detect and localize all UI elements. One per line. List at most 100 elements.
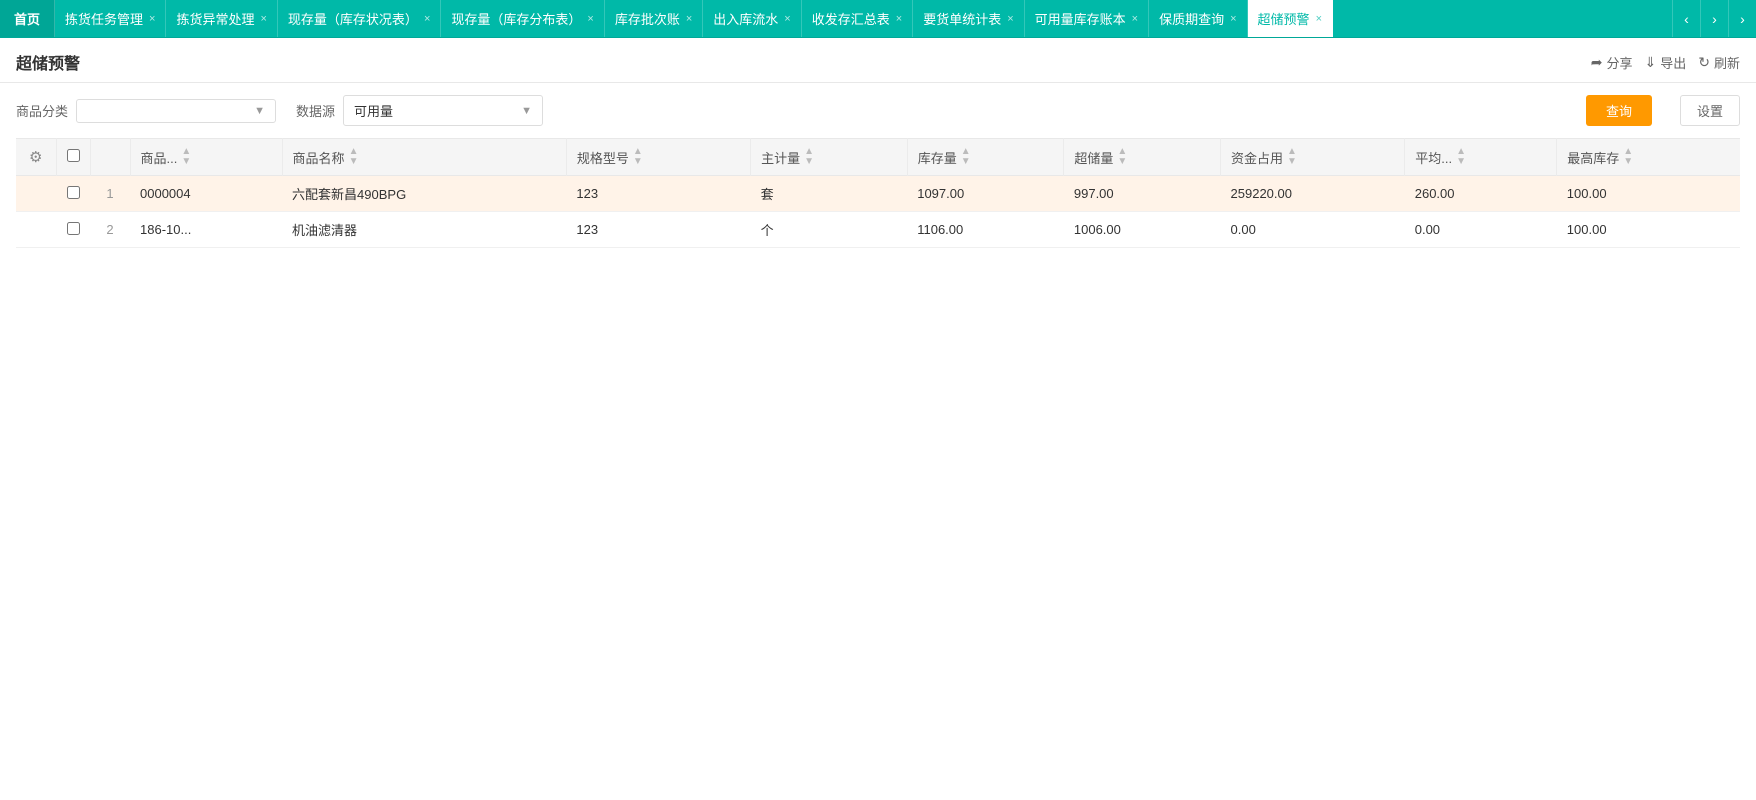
row-gear-cell <box>16 176 56 212</box>
page-title: 超储预警 <box>16 50 80 74</box>
table-body: 1 0000004 六配套新昌490BPG 123 套 1097.00 997.… <box>16 176 1740 248</box>
row-spec: 123 <box>566 176 750 212</box>
product-category-filter: 商品分类 ▼ <box>16 99 276 123</box>
th-over-stock[interactable]: 超储量 ▲▼ <box>1064 139 1221 176</box>
row-num-cell: 2 <box>90 212 130 248</box>
th-product-name[interactable]: 商品名称 ▲▼ <box>282 139 566 176</box>
row-checkbox[interactable] <box>67 186 80 199</box>
filter-bar: 商品分类 ▼ 数据源 可用量 ▼ 查询 设置 <box>0 83 1756 138</box>
nav-prev-button[interactable]: ‹ <box>1672 0 1700 38</box>
tab-close-icon[interactable]: × <box>1316 13 1322 25</box>
nav-next-button[interactable]: › <box>1700 0 1728 38</box>
tab-close-icon[interactable]: × <box>149 13 155 25</box>
row-product-name: 机油滤清器 <box>282 212 566 248</box>
gear-icon[interactable]: ⚙ <box>29 149 42 166</box>
table-row: 1 0000004 六配套新昌490BPG 123 套 1097.00 997.… <box>16 176 1740 212</box>
sort-icon: ▲▼ <box>633 147 643 167</box>
tab-chaochuyujing[interactable]: 超储预警 × <box>1248 0 1333 37</box>
row-product-code: 0000004 <box>130 176 282 212</box>
th-capital-usage[interactable]: 资金占用 ▲▼ <box>1221 139 1405 176</box>
tab-close-icon[interactable]: × <box>424 13 430 25</box>
tab-shoufacun[interactable]: 收发存汇总表 × <box>802 0 913 37</box>
row-unit: 个 <box>751 212 908 248</box>
data-source-select[interactable]: 可用量 ▼ <box>343 95 543 126</box>
row-checkbox[interactable] <box>67 222 80 235</box>
tab-keyongliang[interactable]: 可用量库存账本 × <box>1025 0 1149 37</box>
row-max-stock: 100.00 <box>1557 176 1740 212</box>
th-spec[interactable]: 规格型号 ▲▼ <box>566 139 750 176</box>
th-stock[interactable]: 库存量 ▲▼ <box>907 139 1064 176</box>
row-avg: 260.00 <box>1405 176 1557 212</box>
row-unit: 套 <box>751 176 908 212</box>
tab-close-icon[interactable]: × <box>1230 13 1236 25</box>
chevron-down-icon: ▼ <box>521 105 532 117</box>
tab-close-icon[interactable]: × <box>896 13 902 25</box>
data-source-value: 可用量 <box>354 101 393 120</box>
topbar: 首页 拣货任务管理 × 拣货异常处理 × 现存量（库存状况表） × 现存量（库存… <box>0 0 1756 38</box>
tab-close-icon[interactable]: × <box>686 13 692 25</box>
row-checkbox-cell[interactable] <box>56 176 90 212</box>
share-button[interactable]: ➦ 分享 <box>1591 53 1633 72</box>
row-product-name: 六配套新昌490BPG <box>282 176 566 212</box>
refresh-button[interactable]: ↻ 刷新 <box>1698 53 1740 72</box>
th-max-stock[interactable]: 最高库存 ▲▼ <box>1557 139 1740 176</box>
tab-yaohuo[interactable]: 要货单统计表 × <box>913 0 1024 37</box>
row-stock: 1097.00 <box>907 176 1064 212</box>
data-table: ⚙ 商品... ▲▼ 商品名称 <box>16 138 1740 248</box>
sort-icon: ▲▼ <box>349 147 359 167</box>
tab-xiancunliang-kuanzhuang[interactable]: 现存量（库存状况表） × <box>278 0 441 37</box>
tab-kucun-pici[interactable]: 库存批次账 × <box>605 0 703 37</box>
tab-close-icon[interactable]: × <box>260 13 266 25</box>
row-stock: 1106.00 <box>907 212 1064 248</box>
nav-arrows: ‹ › › <box>1672 0 1756 38</box>
tab-churuku[interactable]: 出入库流水 × <box>703 0 801 37</box>
row-checkbox-cell[interactable] <box>56 212 90 248</box>
sort-icon: ▲▼ <box>1456 147 1466 167</box>
row-num-cell: 1 <box>90 176 130 212</box>
tab-close-icon[interactable]: × <box>587 13 593 25</box>
page-header: 超储预警 ➦ 分享 ⇓ 导出 ↻ 刷新 <box>0 38 1756 83</box>
th-gear: ⚙ <box>16 139 56 176</box>
tab-jianhuo-yichang[interactable]: 拣货异常处理 × <box>166 0 277 37</box>
sort-icon: ▲▼ <box>804 147 814 167</box>
row-gear-cell <box>16 212 56 248</box>
settings-button[interactable]: 设置 <box>1680 95 1740 126</box>
row-product-code: 186-10... <box>130 212 282 248</box>
sort-icon: ▲▼ <box>1287 147 1297 167</box>
nav-menu-button[interactable]: › <box>1728 0 1756 38</box>
row-capital-usage: 0.00 <box>1221 212 1405 248</box>
tab-baozhi[interactable]: 保质期查询 × <box>1149 0 1247 37</box>
export-icon: ⇓ <box>1645 54 1657 71</box>
tab-close-icon[interactable]: × <box>1007 13 1013 25</box>
sort-icon: ▲▼ <box>961 147 971 167</box>
tab-jianhuo-renwu[interactable]: 拣货任务管理 × <box>55 0 166 37</box>
page-container: 超储预警 ➦ 分享 ⇓ 导出 ↻ 刷新 商品分类 ▼ 数据源 <box>0 38 1756 800</box>
sort-icon: ▲▼ <box>1117 147 1127 167</box>
th-row-num <box>90 139 130 176</box>
tab-close-icon[interactable]: × <box>1132 13 1138 25</box>
product-category-label: 商品分类 <box>16 101 68 120</box>
query-button[interactable]: 查询 <box>1586 95 1652 126</box>
th-avg[interactable]: 平均... ▲▼ <box>1405 139 1557 176</box>
header-actions: ➦ 分享 ⇓ 导出 ↻ 刷新 <box>1591 53 1740 72</box>
sort-icon: ▲▼ <box>1623 147 1633 167</box>
tab-close-icon[interactable]: × <box>784 13 790 25</box>
row-spec: 123 <box>566 212 750 248</box>
refresh-icon: ↻ <box>1698 54 1710 71</box>
row-max-stock: 100.00 <box>1557 212 1740 248</box>
product-category-select[interactable]: ▼ <box>76 99 276 123</box>
share-icon: ➦ <box>1591 54 1603 71</box>
select-all-checkbox[interactable] <box>67 149 80 162</box>
row-avg: 0.00 <box>1405 212 1557 248</box>
tab-xiancunliang-fenbiao[interactable]: 现存量（库存分布表） × <box>441 0 604 37</box>
th-unit[interactable]: 主计量 ▲▼ <box>751 139 908 176</box>
row-capital-usage: 259220.00 <box>1221 176 1405 212</box>
th-product-code[interactable]: 商品... ▲▼ <box>130 139 282 176</box>
data-source-filter: 数据源 可用量 ▼ <box>296 95 543 126</box>
row-over-stock: 1006.00 <box>1064 212 1221 248</box>
th-checkbox <box>56 139 90 176</box>
sort-icon: ▲▼ <box>181 147 191 167</box>
table-header-row: ⚙ 商品... ▲▼ 商品名称 <box>16 139 1740 176</box>
export-button[interactable]: ⇓ 导出 <box>1645 53 1687 72</box>
nav-home[interactable]: 首页 <box>0 0 55 37</box>
